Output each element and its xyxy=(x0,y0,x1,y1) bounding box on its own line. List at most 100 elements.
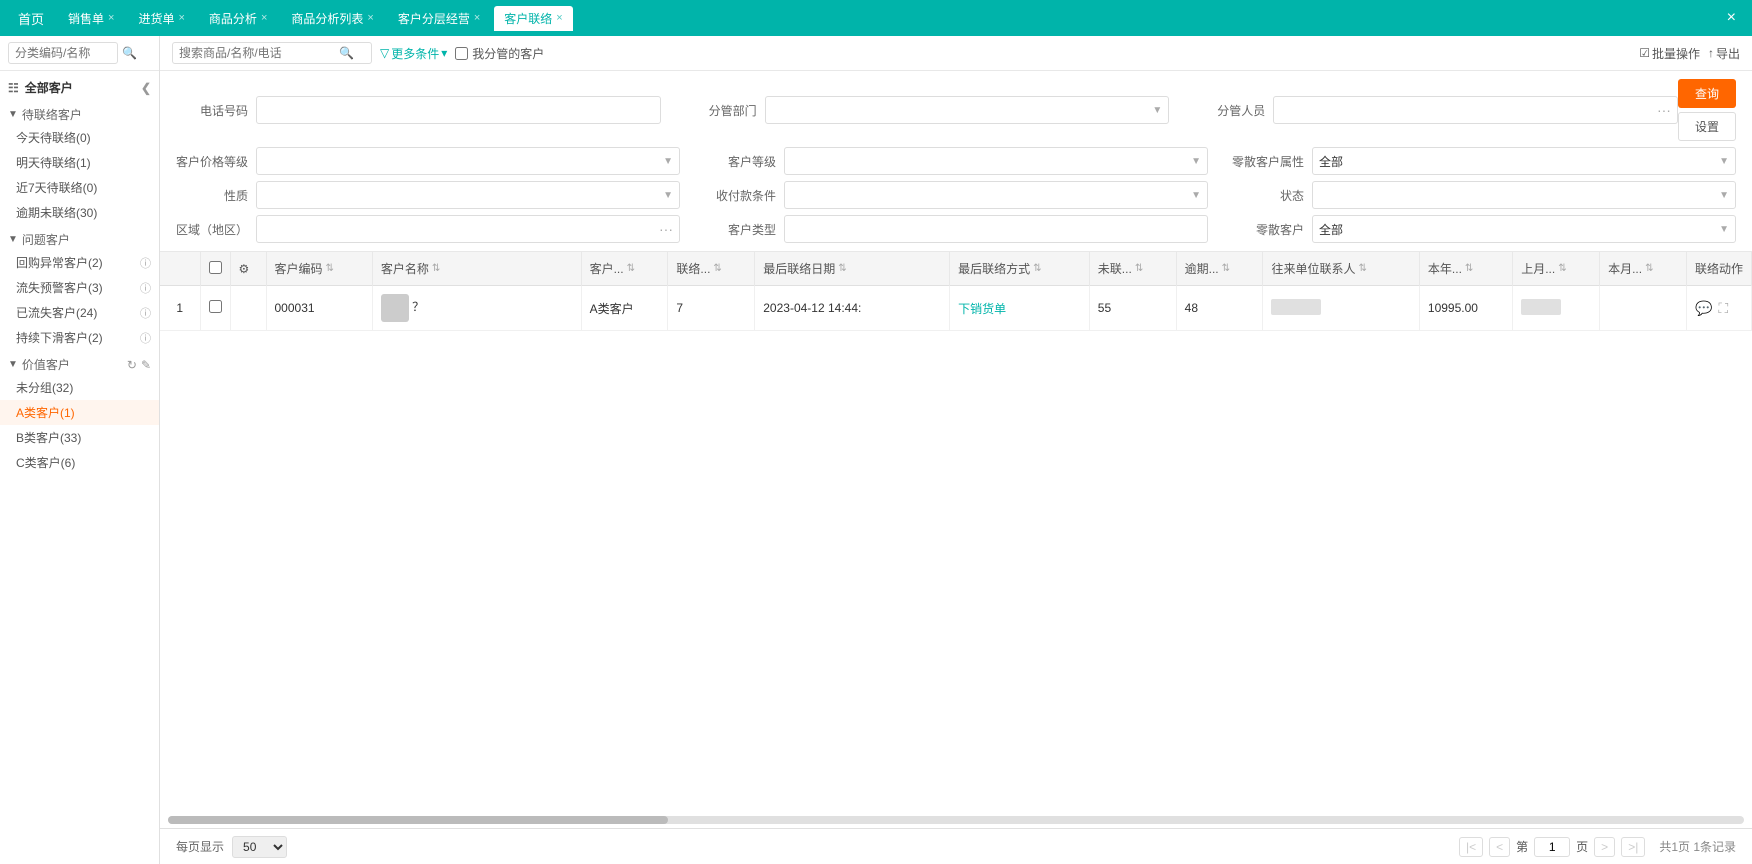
sidebar-search-icon[interactable]: 🔍 xyxy=(122,46,137,60)
filter-search-box[interactable]: 🔍 xyxy=(172,42,372,64)
th-year[interactable]: 本年... ⇅ xyxy=(1419,252,1512,286)
nav-tab-3[interactable]: 商品分析列表 × xyxy=(281,6,383,31)
cell-year: 10995.00 xyxy=(1419,286,1512,331)
sidebar-item-class-b[interactable]: B类客户(33) xyxy=(0,425,159,450)
first-page-btn[interactable]: |< xyxy=(1459,837,1483,857)
nav-tab-1-close[interactable]: × xyxy=(178,12,184,24)
sidebar-item-class-a-label: A类客户(1) xyxy=(16,404,151,421)
th-action-label: 联络动作 xyxy=(1695,262,1743,276)
sidebar-item-repurchase-abnormal[interactable]: 回购异常客户(2) ⓘ xyxy=(0,250,159,275)
filter-search-icon[interactable]: 🔍 xyxy=(339,46,354,60)
sidebar-item-class-a[interactable]: A类客户(1) xyxy=(0,400,159,425)
nav-tab-2[interactable]: 商品分析 × xyxy=(199,6,277,31)
nav-tab-0[interactable]: 销售单 × xyxy=(58,6,124,31)
settings-button[interactable]: 设置 xyxy=(1678,112,1736,141)
refresh-icon[interactable]: ↻ xyxy=(127,358,137,372)
scroll-thumb[interactable] xyxy=(168,816,668,824)
sidebar-item-overdue[interactable]: 逾期未联络(30) xyxy=(0,200,159,225)
sidebar-group-pending[interactable]: ▼ 待联络客户 xyxy=(0,100,159,125)
sidebar-item-churn-warning[interactable]: 流失预警客户(3) ⓘ xyxy=(0,275,159,300)
filter-dept: 分管部门 ▼ xyxy=(685,96,1170,124)
sidebar-item-tomorrow[interactable]: 明天待联络(1) xyxy=(0,150,159,175)
query-button[interactable]: 查询 xyxy=(1678,79,1736,108)
nav-tab-5[interactable]: 客户联络 × xyxy=(494,6,572,31)
th-contacts[interactable]: 联络... ⇅ xyxy=(668,252,755,286)
th-level-label: 客户... ⇅ xyxy=(590,260,635,277)
th-settings[interactable]: ⚙ xyxy=(230,252,266,286)
page-size-select[interactable]: 50 100 200 xyxy=(232,836,287,858)
horizontal-scrollbar[interactable] xyxy=(160,812,1752,828)
window-close-icon[interactable]: × xyxy=(1719,9,1744,27)
more-conditions-label: 更多条件 xyxy=(391,45,439,62)
grid-icon: ☷ xyxy=(8,81,19,95)
sidebar-item-class-c-label: C类客户(6) xyxy=(16,454,151,471)
th-code-label: 客户编码 ⇅ xyxy=(275,260,334,277)
row-checkbox[interactable] xyxy=(209,300,222,313)
filter-retail-attr-input[interactable]: 全部 ▼ xyxy=(1312,147,1736,175)
batch-op-btn[interactable]: ☑ 批量操作 xyxy=(1639,45,1700,62)
sidebar-item-declining[interactable]: 持续下滑客户(2) ⓘ xyxy=(0,325,159,350)
scroll-track[interactable] xyxy=(168,816,1744,824)
nav-tab-3-close[interactable]: × xyxy=(367,12,373,24)
th-no-contact[interactable]: 未联... ⇅ xyxy=(1089,252,1176,286)
th-last-date[interactable]: 最后联络日期 ⇅ xyxy=(755,252,950,286)
filter-region-input[interactable]: ··· xyxy=(256,215,680,243)
sidebar-collapse-icon[interactable]: ❮ xyxy=(141,81,151,95)
sidebar-item-today[interactable]: 今天待联络(0) xyxy=(0,125,159,150)
nav-tab-1[interactable]: 进货单 × xyxy=(128,6,194,31)
sort-icon-last-method: ⇅ xyxy=(1033,263,1041,274)
cell-check[interactable] xyxy=(200,286,230,331)
nav-home[interactable]: 首页 xyxy=(8,5,54,32)
my-customers-filter[interactable]: 我分管的客户 xyxy=(455,45,544,62)
sidebar-item-class-c[interactable]: C类客户(6) xyxy=(0,450,159,475)
filter-person-input[interactable]: ··· xyxy=(1273,96,1678,124)
nav-tab-5-close[interactable]: × xyxy=(556,12,562,24)
last-page-btn[interactable]: >| xyxy=(1621,837,1645,857)
filter-dept-input[interactable]: ▼ xyxy=(765,96,1170,124)
sidebar-group-problem[interactable]: ▼ 问题客户 xyxy=(0,225,159,250)
sidebar-item-7days[interactable]: 近7天待联络(0) xyxy=(0,175,159,200)
nav-tab-0-label: 销售单 xyxy=(68,10,104,27)
th-check[interactable] xyxy=(200,252,230,286)
edit-icon[interactable]: ✎ xyxy=(141,358,151,372)
sidebar-search-input[interactable] xyxy=(8,42,118,64)
message-icon[interactable]: 💬 xyxy=(1695,300,1712,317)
th-this-month[interactable]: 本月... ⇅ xyxy=(1600,252,1687,286)
th-name[interactable]: 客户名称 ⇅ xyxy=(372,252,581,286)
qr-icon[interactable]: ⛶ xyxy=(1718,300,1728,317)
more-conditions-btn[interactable]: ▽ 更多条件 ▾ xyxy=(380,45,447,62)
filter-payment-input[interactable]: ▼ xyxy=(784,181,1208,209)
filter-retail-customer-input[interactable]: 全部 ▼ xyxy=(1312,215,1736,243)
filter-price-level-input[interactable]: ▼ xyxy=(256,147,680,175)
nav-tab-2-close[interactable]: × xyxy=(261,12,267,24)
cell-action: 💬 ⛶ xyxy=(1686,286,1751,331)
th-level[interactable]: 客户... ⇅ xyxy=(581,252,668,286)
my-customers-checkbox[interactable] xyxy=(455,47,468,60)
th-last-month[interactable]: 上月... ⇅ xyxy=(1513,252,1600,286)
prev-page-btn[interactable]: < xyxy=(1489,837,1510,857)
filter-search-input[interactable] xyxy=(179,46,339,60)
th-code[interactable]: 客户编码 ⇅ xyxy=(266,252,372,286)
sidebar-item-churned[interactable]: 已流失客户(24) ⓘ xyxy=(0,300,159,325)
export-btn[interactable]: ↑ 导出 xyxy=(1708,45,1740,62)
select-all-checkbox[interactable] xyxy=(209,261,222,274)
filter-phone-input[interactable] xyxy=(256,96,661,124)
page-input[interactable] xyxy=(1534,837,1570,857)
th-overdue[interactable]: 逾期... ⇅ xyxy=(1176,252,1263,286)
filter-customer-level-input[interactable]: ▼ xyxy=(784,147,1208,175)
nav-tab-4-close[interactable]: × xyxy=(474,12,480,24)
table-row: 1 000031 ？ A类客户 7 2023-04-12 14:44: xyxy=(160,286,1752,331)
gear-icon[interactable]: ⚙ xyxy=(239,262,250,276)
sidebar-group-value[interactable]: ▼ 价值客户 ↻ ✎ xyxy=(0,350,159,375)
filter-customer-type-input[interactable] xyxy=(784,215,1208,243)
filter-status-input[interactable]: ▼ xyxy=(1312,181,1736,209)
th-unit-contact[interactable]: 往来单位联系人 ⇅ xyxy=(1263,252,1419,286)
sidebar-item-ungrouped[interactable]: 未分组(32) xyxy=(0,375,159,400)
filter-price-level: 客户价格等级 ▼ xyxy=(176,147,680,175)
last-method-link[interactable]: 下销货单 xyxy=(958,302,1006,316)
filter-nature-input[interactable]: ▼ xyxy=(256,181,680,209)
nav-tab-4[interactable]: 客户分层经营 × xyxy=(388,6,490,31)
nav-tab-0-close[interactable]: × xyxy=(108,12,114,24)
next-page-btn[interactable]: > xyxy=(1594,837,1615,857)
th-last-method[interactable]: 最后联络方式 ⇅ xyxy=(950,252,1090,286)
